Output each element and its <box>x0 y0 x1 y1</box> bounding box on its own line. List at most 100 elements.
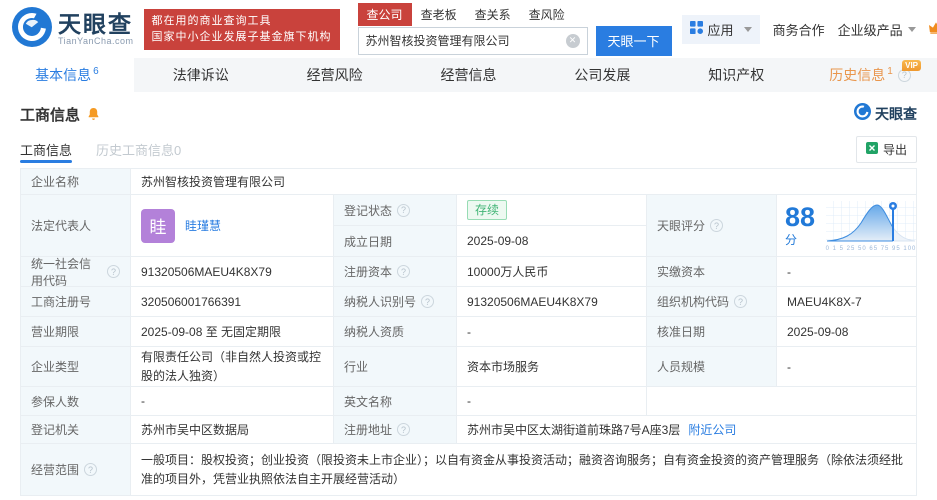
company-type-value: 有限责任公司（非自然人投资或控股的法人独资） <box>131 347 334 387</box>
chart-axis-ticks: 0 1 5 25 50 65 75 95 100 <box>825 246 917 252</box>
help-icon[interactable] <box>84 463 98 476</box>
search-tab-company[interactable]: 查公司 <box>357 2 412 26</box>
section-title: 工商信息 <box>20 106 81 124</box>
field-label-text: 登记状态 <box>344 203 393 218</box>
tab-label: 历史信息 <box>829 67 886 83</box>
help-icon[interactable] <box>397 265 411 278</box>
approval-date-value: 2025-09-08 <box>777 317 917 347</box>
search-input[interactable] <box>365 33 566 48</box>
search-button[interactable]: 天眼一下 <box>595 25 672 56</box>
help-icon[interactable] <box>710 219 724 232</box>
open-vip-menu[interactable]: 开通会员 <box>928 20 937 39</box>
enterprise-products-label: 企业级产品 <box>837 22 903 38</box>
english-name-value: - <box>457 387 647 416</box>
field-label: 英文名称 <box>334 387 457 416</box>
vip-badge: VIP <box>902 60 922 71</box>
taxpayer-quality-value: - <box>457 317 647 347</box>
search-tab-risk[interactable]: 查风险 <box>520 3 574 26</box>
brand-watermark: 天眼查 <box>854 103 917 125</box>
export-button[interactable]: 导出 <box>855 135 917 163</box>
excel-icon <box>865 141 878 157</box>
tab-basic-info[interactable]: 基本信息 6 <box>0 58 134 92</box>
field-label: 核准日期 <box>647 317 777 347</box>
field-label: 登记状态 <box>334 195 457 226</box>
status-badge: 存续 <box>467 199 508 221</box>
reg-address-value: 苏州市吴中区太湖街道前珠路7号A座3层 <box>467 423 681 437</box>
tab-intellectual-property[interactable]: 知识产权 <box>669 58 803 92</box>
business-scope-value: 一般项目：股权投资；创业投资（限投资未上市企业）；以自有资金从事投资活动；融资咨… <box>131 444 917 496</box>
tianyancha-logo-icon <box>854 103 871 125</box>
tab-count: 6 <box>93 65 99 77</box>
empty-cell <box>647 387 917 416</box>
clear-input-icon[interactable] <box>565 33 580 48</box>
tab-label: 经营风险 <box>306 67 363 83</box>
industry-value: 资本市场服务 <box>457 347 647 387</box>
tab-legal-litigation[interactable]: 法律诉讼 <box>134 58 268 92</box>
business-cooperation-link[interactable]: 商务合作 <box>773 20 825 39</box>
tianyancha-logo-icon <box>12 6 52 52</box>
org-code-value: MAEU4K8X-7 <box>777 287 917 317</box>
field-label: 纳税人资质 <box>334 317 457 347</box>
taxpayer-id-value: 91320506MAEU4K8X79 <box>457 287 647 317</box>
enterprise-products-menu[interactable]: 企业级产品 <box>838 20 916 39</box>
establish-date-value: 2025-09-08 <box>457 226 647 257</box>
nearby-companies-link[interactable]: 附近公司 <box>688 421 736 438</box>
field-label: 人员规模 <box>647 347 777 387</box>
field-label: 统一社会信用代码 <box>21 257 131 287</box>
field-label-text: 注册资本 <box>344 265 393 279</box>
search-area: 查公司 查老板 查关系 查风险 天眼一下 <box>357 2 672 56</box>
subtab-history-registration[interactable]: 历史工商信息0 <box>96 132 181 166</box>
help-icon[interactable] <box>734 295 748 308</box>
tianyan-score-cell[interactable]: 88分 0 1 5 25 50 65 75 95 100 <box>777 195 917 257</box>
tab-label: 基本信息 <box>35 67 92 83</box>
tab-count: 1 <box>887 65 893 77</box>
field-label: 实缴资本 <box>647 257 777 287</box>
help-icon[interactable] <box>107 265 120 278</box>
field-label: 天眼评分 <box>647 195 777 257</box>
promo-banner: 都在用的商业查询工具 国家中小企业发展子基金旗下机构 <box>143 8 340 50</box>
tab-label: 知识产权 <box>708 67 765 83</box>
field-label: 营业期限 <box>21 317 131 347</box>
avatar[interactable]: 眭 <box>141 208 175 243</box>
apps-menu[interactable]: 应用 <box>681 14 760 44</box>
score-distribution-chart: 0 1 5 25 50 65 75 95 100 <box>825 199 917 252</box>
logo-domain: TianYanCha.com <box>58 36 134 47</box>
company-name-value: 苏州智核投资管理有限公司 <box>131 169 917 195</box>
tab-company-development[interactable]: 公司发展 <box>535 58 669 92</box>
tab-history-info[interactable]: VIP 历史信息 1 <box>803 58 937 92</box>
search-tab-relation[interactable]: 查关系 <box>466 3 520 26</box>
field-label-text: 注册地址 <box>344 423 393 437</box>
field-label: 参保人数 <box>21 387 131 416</box>
promo-line-2: 国家中小企业发展子基金旗下机构 <box>151 31 332 43</box>
apps-grid-icon <box>689 21 703 37</box>
field-label: 工商注册号 <box>21 287 131 317</box>
paid-capital-value: - <box>777 257 917 287</box>
monitor-bell-icon[interactable] <box>87 107 100 121</box>
brand-watermark-text: 天眼查 <box>875 106 917 122</box>
staff-size-value: - <box>777 347 917 387</box>
reg-status-cell: 存续 <box>457 195 647 226</box>
score-unit: 分 <box>785 232 798 247</box>
tab-business-info[interactable]: 经营信息 <box>402 58 536 92</box>
help-icon[interactable] <box>397 203 411 217</box>
field-label-text: 纳税人识别号 <box>344 295 417 309</box>
tab-operational-risk[interactable]: 经营风险 <box>268 58 402 92</box>
insured-count-value: - <box>131 387 334 416</box>
field-label-text: 组织机构代码 <box>657 295 730 309</box>
chevron-down-icon <box>743 26 752 32</box>
legal-rep-link[interactable]: 眭瑾慧 <box>185 217 221 234</box>
field-label: 行业 <box>334 347 457 387</box>
apps-label: 应用 <box>707 22 734 38</box>
legal-rep-cell: 眭 眭瑾慧 <box>131 195 334 257</box>
top-header: 天眼查 TianYanCha.com 都在用的商业查询工具 国家中小企业发展子基… <box>0 0 937 58</box>
tianyancha-logo[interactable]: 天眼查 TianYanCha.com <box>12 6 134 52</box>
credit-code-value: 91320506MAEU4K8X79 <box>131 257 334 287</box>
search-tab-boss[interactable]: 查老板 <box>412 3 466 26</box>
subtab-business-registration[interactable]: 工商信息 <box>20 132 73 166</box>
field-label: 经营范围 <box>21 444 131 496</box>
field-label: 企业类型 <box>21 347 131 387</box>
field-label-text: 经营范围 <box>31 463 80 477</box>
field-label: 企业名称 <box>21 169 131 195</box>
help-icon[interactable] <box>397 423 411 436</box>
help-icon[interactable] <box>421 295 435 308</box>
